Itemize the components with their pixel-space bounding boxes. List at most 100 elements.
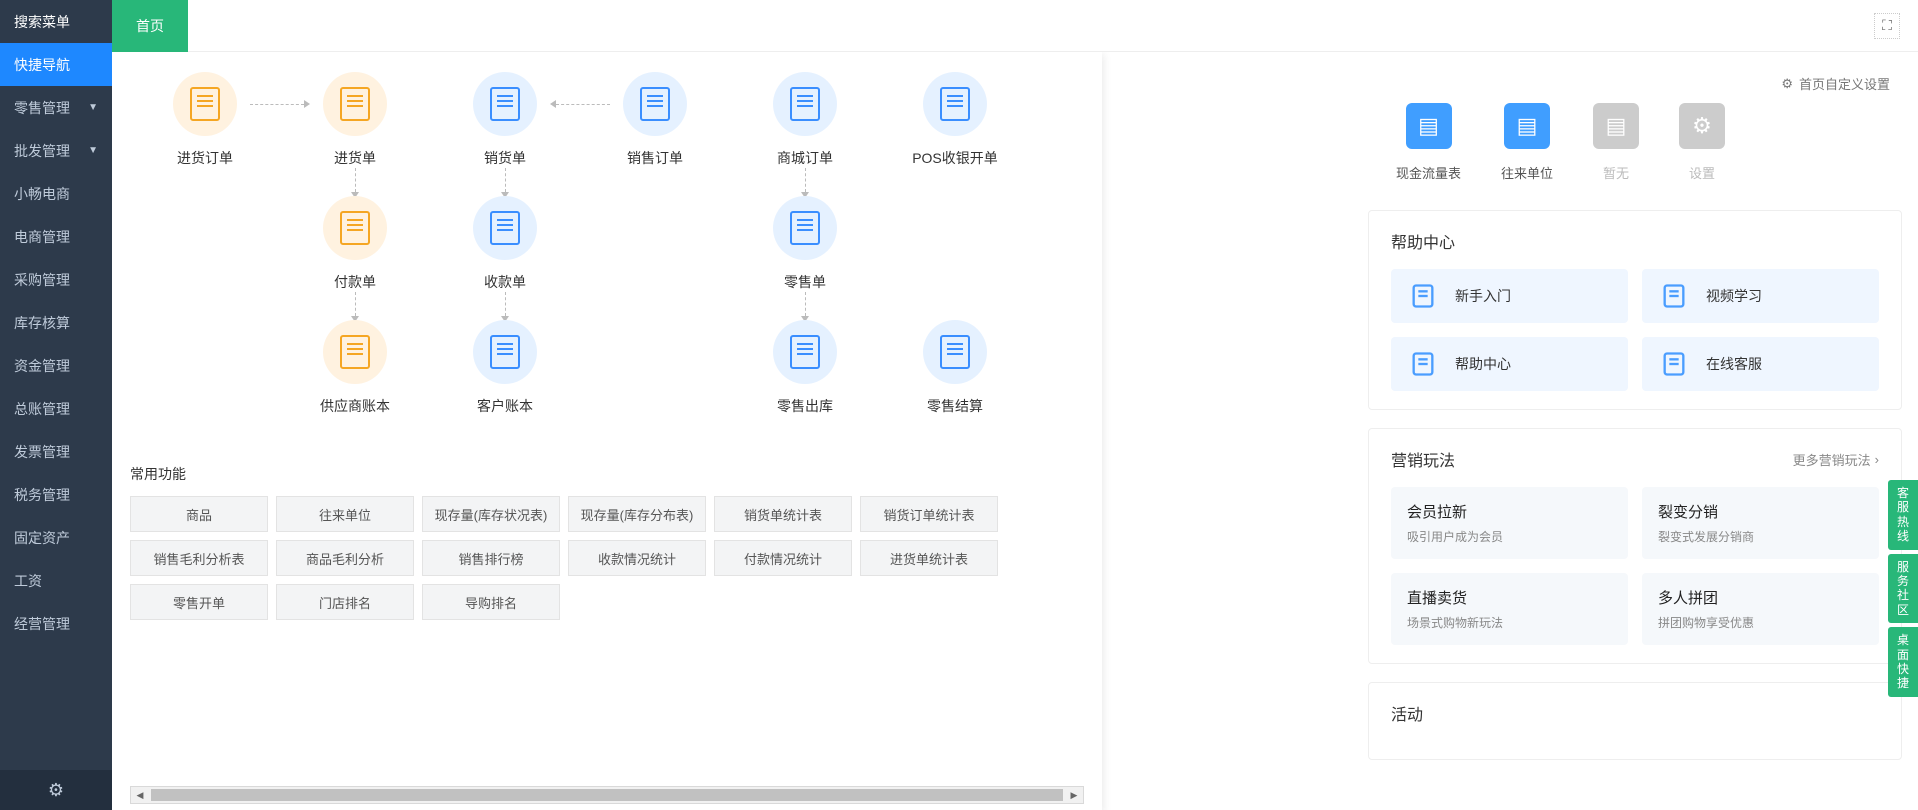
flow-node-icon: [323, 196, 387, 260]
flow-node-icon: [623, 72, 687, 136]
sidebar-item-2[interactable]: 批发管理▼: [0, 129, 112, 172]
flow-node-客户账本[interactable]: 客户账本: [430, 320, 580, 416]
flow-node-label: 进货单: [334, 148, 376, 168]
common-function-button[interactable]: 付款情况统计: [714, 540, 852, 576]
common-function-button[interactable]: 销售毛利分析表: [130, 540, 268, 576]
float-tab-0[interactable]: 客服热线: [1888, 480, 1918, 550]
common-function-button[interactable]: 销售排行榜: [422, 540, 560, 576]
common-function-button[interactable]: 收款情况统计: [568, 540, 706, 576]
sidebar-item-6[interactable]: 库存核算: [0, 301, 112, 344]
flow-node-收款单[interactable]: 收款单: [430, 196, 580, 292]
scroll-left-icon[interactable]: ◀: [131, 786, 149, 804]
help-item-2[interactable]: 帮助中心: [1391, 337, 1628, 391]
help-icon: [1409, 282, 1437, 310]
sidebar-item-label: 零售管理: [14, 98, 70, 118]
common-function-button[interactable]: 往来单位: [276, 496, 414, 532]
flow-node-icon: [923, 320, 987, 384]
sidebar-item-label: 批发管理: [14, 141, 70, 161]
common-function-button[interactable]: 销货订单统计表: [860, 496, 998, 532]
chevron-right-icon: ›: [1875, 452, 1879, 467]
custom-settings-label: 首页自定义设置: [1799, 74, 1890, 93]
common-function-button[interactable]: 现存量(库存状况表): [422, 496, 560, 532]
flow-node-零售结算[interactable]: 零售结算: [880, 320, 1030, 416]
flow-node-icon: [473, 196, 537, 260]
common-function-button[interactable]: 商品毛利分析: [276, 540, 414, 576]
flow-node-label: 进货订单: [177, 148, 233, 168]
tab-home[interactable]: 首页: [112, 0, 188, 52]
shortcut-label: 现金流量表: [1396, 163, 1461, 182]
sidebar-item-4[interactable]: 电商管理: [0, 215, 112, 258]
flow-node-icon: [473, 72, 537, 136]
flow-node-label: 供应商账本: [320, 396, 390, 416]
custom-settings-link[interactable]: ⚙ 首页自定义设置: [1368, 52, 1918, 103]
common-function-button[interactable]: 商品: [130, 496, 268, 532]
common-function-button[interactable]: 门店排名: [276, 584, 414, 620]
flow-node-零售出库[interactable]: 零售出库: [730, 320, 880, 416]
flow-node-销货单[interactable]: 销货单: [430, 72, 580, 168]
flow-node-商城订单[interactable]: 商城订单: [730, 72, 880, 168]
flow-node-POS收银开单[interactable]: POS收银开单: [880, 72, 1030, 168]
common-function-button[interactable]: 现存量(库存分布表): [568, 496, 706, 532]
flow-node-供应商账本[interactable]: 供应商账本: [280, 320, 430, 416]
sidebar-item-7[interactable]: 资金管理: [0, 344, 112, 387]
marketing-item-0[interactable]: 会员拉新吸引用户成为会员: [1391, 487, 1628, 559]
shortcut-1[interactable]: ▤往来单位: [1501, 103, 1553, 182]
sidebar-item-0[interactable]: 快捷导航: [0, 43, 112, 86]
arrow-down-icon: [351, 168, 359, 198]
flow-node-icon: [773, 196, 837, 260]
help-icon: [1409, 350, 1437, 378]
right-region: ⚙ 首页自定义设置 ▤现金流量表▤往来单位▤暂无⚙设置 帮助中心 新手入门视频学…: [1368, 52, 1918, 810]
flow-node-付款单[interactable]: 付款单: [280, 196, 430, 292]
help-item-0[interactable]: 新手入门: [1391, 269, 1628, 323]
fullscreen-button[interactable]: ⛶: [1874, 13, 1900, 39]
sidebar-item-label: 采购管理: [14, 270, 70, 290]
shortcut-icon: ▤: [1593, 103, 1639, 149]
help-item-1[interactable]: 视频学习: [1642, 269, 1879, 323]
flyout-scrollbar[interactable]: ◀ ▶: [130, 786, 1084, 804]
sidebar-item-label: 小畅电商: [14, 184, 70, 204]
flow-node-进货订单[interactable]: 进货订单: [130, 72, 280, 168]
sidebar-search[interactable]: 搜索菜单: [0, 0, 112, 43]
sidebar-item-9[interactable]: 发票管理: [0, 430, 112, 473]
main: 首页 ⛶ ⚙ 首页自定义设置 ▤现金流量表▤往来单位▤暂无⚙设置 帮助中心: [112, 0, 1918, 810]
activity-card-title: 活动: [1391, 701, 1423, 725]
sidebar-item-5[interactable]: 采购管理: [0, 258, 112, 301]
marketing-item-1[interactable]: 裂变分销裂变式发展分销商: [1642, 487, 1879, 559]
shortcut-row: ▤现金流量表▤往来单位▤暂无⚙设置: [1368, 103, 1918, 210]
shortcut-2[interactable]: ▤暂无: [1593, 103, 1639, 182]
float-tab-1[interactable]: 服务社区: [1888, 554, 1918, 624]
shortcut-icon: ⚙: [1679, 103, 1725, 149]
flow-node-icon: [173, 72, 237, 136]
tabs-bar: 首页 ⛶: [112, 0, 1918, 52]
shortcut-0[interactable]: ▤现金流量表: [1396, 103, 1461, 182]
sidebar-item-13[interactable]: 经营管理: [0, 602, 112, 645]
flow-node-零售单[interactable]: 零售单: [730, 196, 880, 292]
common-function-button[interactable]: 零售开单: [130, 584, 268, 620]
sidebar-item-8[interactable]: 总账管理: [0, 387, 112, 430]
flow-node-销售订单[interactable]: 销售订单: [580, 72, 730, 168]
tab-home-label: 首页: [136, 16, 164, 36]
marketing-item-2[interactable]: 直播卖货场景式购物新玩法: [1391, 573, 1628, 645]
help-item-3[interactable]: 在线客服: [1642, 337, 1879, 391]
common-function-button[interactable]: 销货单统计表: [714, 496, 852, 532]
sidebar-item-12[interactable]: 工资: [0, 559, 112, 602]
sidebar-item-3[interactable]: 小畅电商: [0, 172, 112, 215]
marketing-more-link[interactable]: 更多营销玩法 ›: [1793, 450, 1879, 469]
gear-icon: ⚙: [1781, 76, 1793, 92]
common-function-button[interactable]: 进货单统计表: [860, 540, 998, 576]
shortcut-3[interactable]: ⚙设置: [1679, 103, 1725, 182]
sidebar-item-label: 发票管理: [14, 442, 70, 462]
common-function-button[interactable]: 导购排名: [422, 584, 560, 620]
scroll-right-icon[interactable]: ▶: [1065, 786, 1083, 804]
marketing-item-title: 会员拉新: [1407, 501, 1612, 522]
flow-node-进货单[interactable]: 进货单: [280, 72, 430, 168]
float-tab-2[interactable]: 桌面快捷: [1888, 627, 1918, 697]
flow-node-icon: [773, 320, 837, 384]
sidebar-item-1[interactable]: 零售管理▼: [0, 86, 112, 129]
marketing-item-desc: 拼团购物享受优惠: [1658, 614, 1863, 631]
sidebar-item-11[interactable]: 固定资产: [0, 516, 112, 559]
flow-node-label: 零售结算: [927, 396, 983, 416]
sidebar-footer[interactable]: ⚙: [0, 770, 112, 810]
marketing-item-3[interactable]: 多人拼团拼团购物享受优惠: [1642, 573, 1879, 645]
sidebar-item-10[interactable]: 税务管理: [0, 473, 112, 516]
